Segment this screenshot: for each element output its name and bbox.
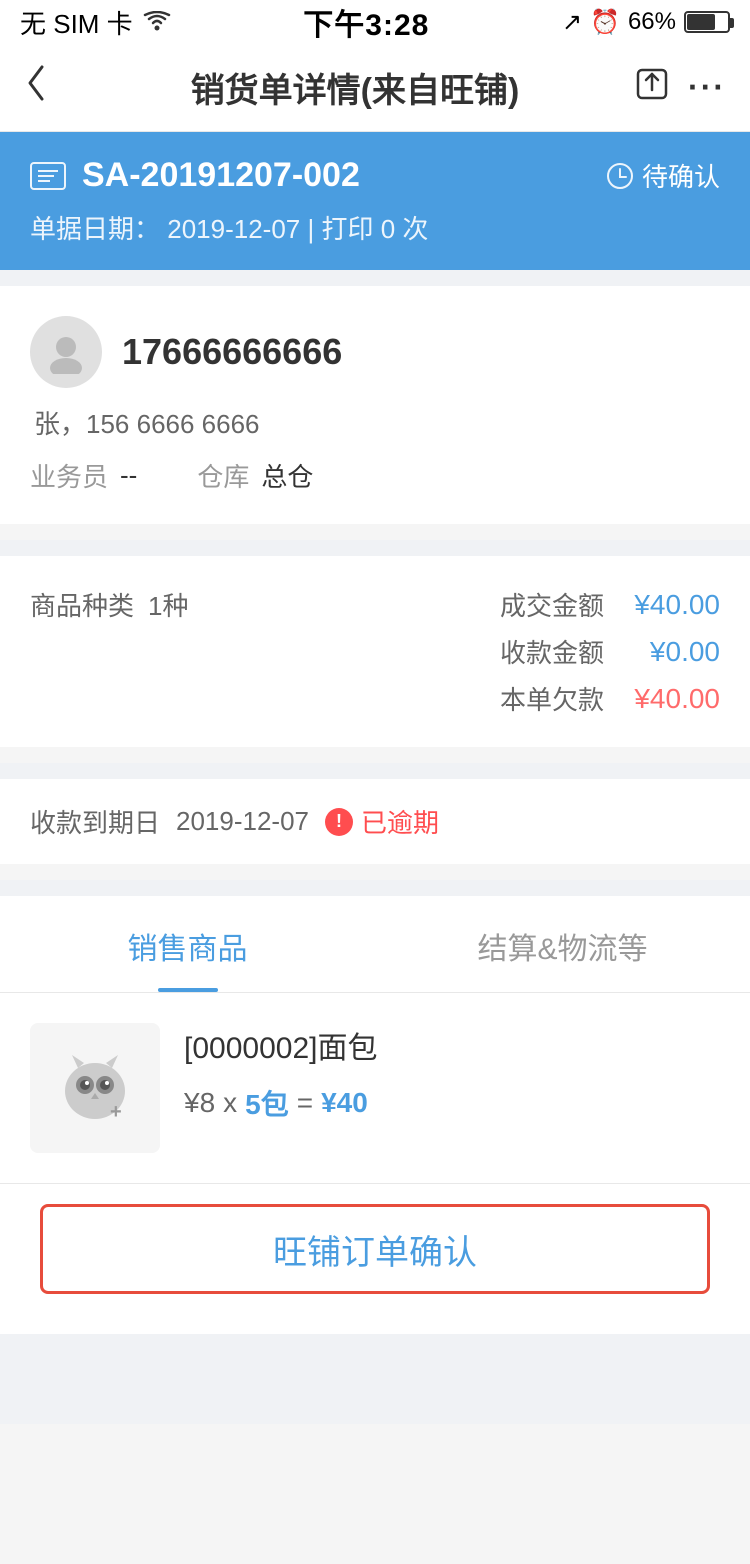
nav-bar: 销货单详情(来自旺铺) ··· [0, 44, 750, 132]
owed-row: 本单欠款 ¥40.00 [500, 680, 720, 717]
due-date-value: 2019-12-07 [176, 806, 309, 837]
divider-4 [0, 880, 750, 896]
alarm-icon: ⏰ [590, 8, 620, 37]
product-info: [0000002]面包 ¥8 x 5包 = ¥40 [184, 1023, 720, 1123]
summary-right: 成交金额 ¥40.00 收款金额 ¥0.00 本单欠款 ¥40.00 [500, 586, 720, 717]
product-name: [0000002]面包 [184, 1023, 720, 1067]
nav-actions: ··· [636, 68, 726, 108]
battery-icon [684, 11, 730, 33]
table-row: + [0000002]面包 ¥8 x 5包 = ¥40 [0, 993, 750, 1184]
amount-label: 成交金额 [500, 586, 604, 623]
owed-value: ¥40.00 [620, 683, 720, 715]
more-button[interactable]: ··· [688, 69, 726, 106]
status-left: 无 SIM 卡 [20, 4, 171, 41]
confirm-order-button[interactable]: 旺铺订单确认 [40, 1204, 710, 1294]
avatar [30, 316, 102, 388]
order-status: 待确认 [606, 157, 720, 194]
warehouse-meta: 仓库 总仓 [197, 457, 313, 494]
share-icon[interactable] [636, 68, 668, 108]
customer-phone: 17666666666 [122, 331, 342, 373]
warehouse-value: 总仓 [261, 457, 313, 494]
product-type-value: 1种 [148, 586, 188, 623]
product-type-label: 商品种类 [30, 586, 134, 623]
warehouse-label: 仓库 [197, 457, 249, 494]
customer-name: 张，156 6666 6666 [30, 404, 720, 441]
status-bar: 无 SIM 卡 下午3:28 ↗ ⏰ 66% [0, 0, 750, 44]
summary-card: 商品种类 1种 成交金额 ¥40.00 收款金额 ¥0.00 本单欠款 ¥40.… [0, 556, 750, 747]
order-header: SA-20191207-002 待确认 单据日期： 2019-12-07 | 打… [0, 132, 750, 270]
customer-meta: 业务员 -- 仓库 总仓 [30, 457, 720, 494]
product-total: ¥40 [321, 1087, 368, 1119]
received-value: ¥0.00 [620, 636, 720, 668]
tabs-row: 销售商品 结算&物流等 [0, 896, 750, 993]
tabs-container: 销售商品 结算&物流等 [0, 896, 750, 993]
overdue-text: 已逾期 [361, 803, 439, 840]
product-type-row: 商品种类 1种 [30, 586, 188, 623]
customer-card: 17666666666 张，156 6666 6666 业务员 -- 仓库 总仓 [0, 286, 750, 524]
status-time: 下午3:28 [303, 0, 429, 44]
location-icon: ↗ [562, 8, 582, 37]
product-unit-price: ¥8 [184, 1087, 215, 1119]
due-date-label: 收款到期日 [30, 803, 160, 840]
product-list: + [0000002]面包 ¥8 x 5包 = ¥40 [0, 993, 750, 1184]
back-button[interactable] [24, 63, 74, 112]
product-price-line: ¥8 x 5包 = ¥40 [184, 1083, 720, 1123]
divider-2 [0, 540, 750, 556]
svg-text:+: + [110, 1101, 122, 1123]
sales-label: 业务员 [30, 457, 108, 494]
due-date-card: 收款到期日 2019-12-07 ! 已逾期 [0, 779, 750, 864]
battery-percent: 66% [628, 8, 676, 36]
amount-value: ¥40.00 [620, 589, 720, 621]
tab-sales-products[interactable]: 销售商品 [0, 896, 375, 992]
tab-settlement[interactable]: 结算&物流等 [375, 896, 750, 992]
summary-left: 商品种类 1种 [30, 586, 188, 623]
wifi-icon [143, 7, 171, 38]
owed-label: 本单欠款 [500, 680, 604, 717]
order-id: SA-20191207-002 [30, 156, 360, 195]
sales-value: -- [120, 460, 137, 491]
order-date-line: 单据日期： 2019-12-07 | 打印 0 次 [30, 209, 720, 246]
carrier-label: 无 SIM 卡 [20, 4, 133, 41]
customer-top: 17666666666 [30, 316, 720, 388]
status-right: ↗ ⏰ 66% [562, 8, 730, 37]
product-image: + [30, 1023, 160, 1153]
divider-3 [0, 763, 750, 779]
bottom-spacer [0, 1424, 750, 1564]
order-icon [30, 162, 66, 190]
divider-1 [0, 270, 750, 286]
order-header-top: SA-20191207-002 待确认 [30, 156, 720, 195]
amount-row: 成交金额 ¥40.00 [500, 586, 720, 623]
product-quantity: 5包 [245, 1083, 289, 1123]
overdue-badge: ! 已逾期 [325, 803, 439, 840]
sales-meta: 业务员 -- [30, 457, 137, 494]
received-row: 收款金额 ¥0.00 [500, 633, 720, 670]
overdue-icon: ! [325, 808, 353, 836]
bottom-bar: 旺铺订单确认 [0, 1183, 750, 1334]
received-label: 收款金额 [500, 633, 604, 670]
page-title: 销货单详情(来自旺铺) [74, 63, 636, 112]
